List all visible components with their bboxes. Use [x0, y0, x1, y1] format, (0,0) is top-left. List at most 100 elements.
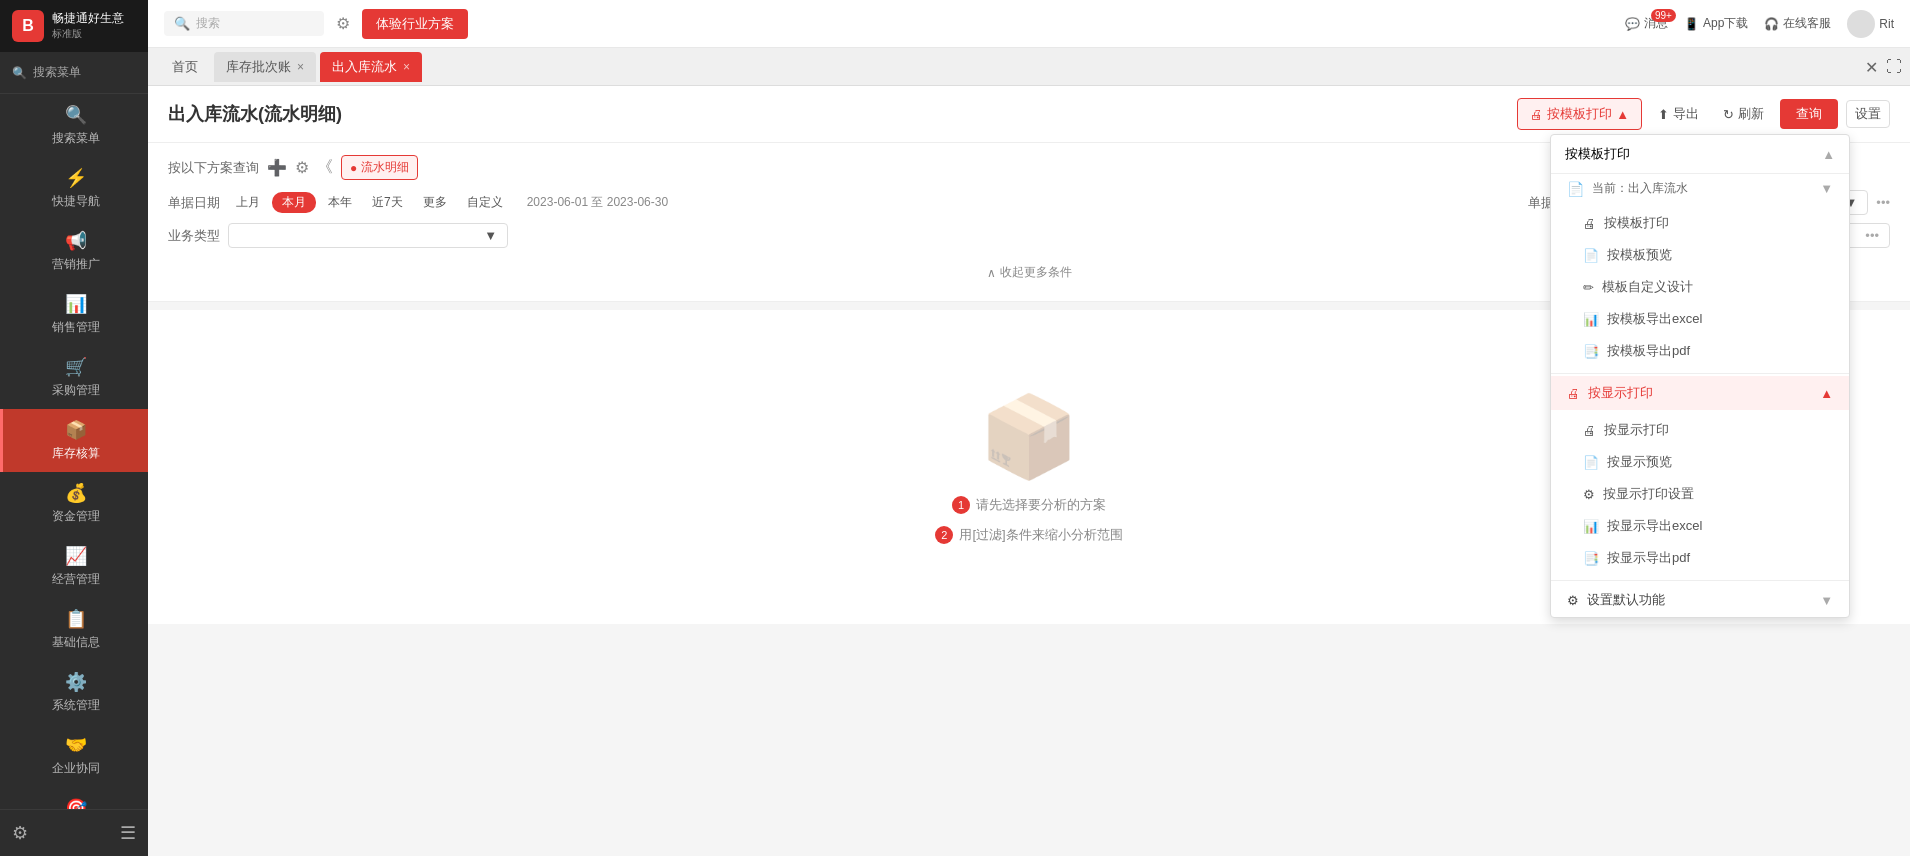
template-print-chevron: ▲ [1616, 107, 1629, 122]
tab-home-label: 首页 [172, 58, 198, 76]
dropdown-item-display-print-settings[interactable]: ⚙ 按显示打印设置 [1551, 478, 1849, 510]
dropdown-close[interactable]: ▲ [1822, 147, 1835, 162]
sidebar-item-search[interactable]: 🔍 搜索菜单 [0, 94, 148, 157]
service-icon: 🎧 [1764, 17, 1779, 31]
template-export-pdf-label: 按模板导出pdf [1607, 342, 1690, 360]
date-tab-本月[interactable]: 本月 [272, 192, 316, 213]
settings-default-item[interactable]: ⚙ 设置默认功能 ▼ [1551, 583, 1849, 617]
logo-name: 畅捷通好生意 [52, 11, 124, 27]
display-print-settings-icon: ⚙ [1583, 487, 1595, 502]
hint-num-2: 2 [935, 526, 953, 544]
refresh-icon: ↻ [1723, 107, 1734, 122]
service-btn[interactable]: 🎧 在线客服 [1764, 15, 1831, 32]
sidebar-item-operation[interactable]: 📈 经营管理 [0, 535, 148, 598]
menu-footer-icon[interactable]: ☰ [120, 822, 136, 844]
purchase-icon: 🛒 [65, 356, 87, 378]
current-label: 当前：出入库流水 [1592, 180, 1688, 197]
display-section: 🖨 按显示打印 📄 按显示预览 ⚙ 按显示打印设置 📊 按显示导出excel 📑… [1551, 410, 1849, 578]
topbar-search[interactable]: 🔍 搜索 [164, 11, 324, 36]
dropdown-item-display-preview[interactable]: 📄 按显示预览 [1551, 446, 1849, 478]
section-divider-2 [1551, 580, 1849, 581]
industry-btn[interactable]: 体验行业方案 [362, 9, 468, 39]
sidebar-item-inventory[interactable]: 📦 库存核算 [0, 409, 148, 472]
selected-tag[interactable]: ● 流水明细 [341, 155, 418, 180]
sidebar-item-sales[interactable]: 📊 销售管理 [0, 283, 148, 346]
tab-expand-icon[interactable]: ⛶ [1886, 58, 1902, 76]
refresh-btn[interactable]: ↻ 刷新 [1715, 101, 1772, 127]
user-avatar-btn[interactable]: Rit [1847, 10, 1894, 38]
logo-icon: B [12, 10, 44, 42]
template-export-excel-icon: 📊 [1583, 312, 1599, 327]
tab-flow[interactable]: 出入库流水 × [320, 52, 422, 82]
section-divider [1551, 373, 1849, 374]
sidebar-item-marketing[interactable]: 📢 营销推广 [0, 220, 148, 283]
business-type-select[interactable]: ▼ [228, 223, 508, 248]
sidebar-item-purchase[interactable]: 🛒 采购管理 [0, 346, 148, 409]
template-print-btn[interactable]: 🖨 按模板打印 ▲ [1517, 98, 1642, 130]
filter-collapse-icon[interactable]: 《 [317, 157, 333, 178]
date-tab-本年[interactable]: 本年 [320, 192, 360, 213]
sidebar-item-cooperation[interactable]: 🤝 企业协同 [0, 724, 148, 787]
sidebar-item-shortcut[interactable]: ⚡ 快捷导航 [0, 157, 148, 220]
warehouse-more[interactable]: ••• [1865, 228, 1879, 243]
template-preview-label: 按模板预览 [1607, 246, 1672, 264]
tab-batch[interactable]: 库存批次账 × [214, 52, 316, 82]
tab-flow-close[interactable]: × [403, 60, 410, 74]
date-tab-上月[interactable]: 上月 [228, 192, 268, 213]
settings-btn[interactable]: 设置 [1846, 100, 1890, 128]
dropdown-item-template-export-excel[interactable]: 📊 按模板导出excel [1551, 303, 1849, 335]
tab-collapse-icon[interactable]: ✕ [1865, 58, 1878, 77]
empty-hint-1: 1 请先选择要分析的方案 [952, 496, 1106, 514]
sidebar-search-container[interactable]: 🔍 搜索菜单 [0, 52, 148, 94]
export-btn[interactable]: ⬆ 导出 [1650, 101, 1707, 127]
dropdown-item-template-custom[interactable]: ✏ 模板自定义设计 [1551, 271, 1849, 303]
collapse-icon: ∧ [987, 266, 996, 280]
doc-type-more[interactable]: ••• [1876, 195, 1890, 210]
dropdown-item-display-export-excel[interactable]: 📊 按显示导出excel [1551, 510, 1849, 542]
sidebar-item-finance[interactable]: 💰 资金管理 [0, 472, 148, 535]
query-btn[interactable]: 查询 [1780, 99, 1838, 129]
message-icon: 💬 [1625, 17, 1640, 31]
message-btn[interactable]: 💬 消息 99+ [1625, 15, 1668, 32]
topbar-settings-icon[interactable]: ⚙ [336, 14, 350, 33]
page-top-actions: 🖨 按模板打印 ▲ ⬆ 导出 ↻ 刷新 查询 设置 [1517, 98, 1890, 130]
dropdown-item-template-preview[interactable]: 📄 按模板预览 [1551, 239, 1849, 271]
cooperation-icon: 🤝 [65, 734, 87, 756]
avatar [1847, 10, 1875, 38]
filter-settings-icon[interactable]: ⚙ [295, 158, 309, 177]
sidebar-item-system[interactable]: ⚙️ 系统管理 [0, 661, 148, 724]
display-print-settings-label: 按显示打印设置 [1603, 485, 1694, 503]
date-tab-自定义[interactable]: 自定义 [459, 192, 511, 213]
finance-icon: 💰 [65, 482, 87, 504]
empty-hint-2: 2 用[过滤]条件来缩小分析范围 [935, 526, 1122, 544]
template-custom-icon: ✏ [1583, 280, 1594, 295]
sidebar-search-button[interactable]: 🔍 搜索菜单 [12, 60, 136, 85]
tab-home[interactable]: 首页 [160, 52, 210, 82]
tag-label: 流水明细 [361, 159, 409, 176]
topbar-right: 💬 消息 99+ 📱 App下载 🎧 在线客服 Rit [1625, 10, 1894, 38]
search-label: 搜索菜单 [52, 130, 100, 147]
template-export-excel-label: 按模板导出excel [1607, 310, 1702, 328]
operation-label: 经营管理 [52, 571, 100, 588]
marketing-label: 营销推广 [52, 256, 100, 273]
date-tab-近7天[interactable]: 近7天 [364, 192, 411, 213]
dropdown-item-display-export-pdf[interactable]: 📑 按显示导出pdf [1551, 542, 1849, 574]
dropdown-item-template-print[interactable]: 🖨 按模板打印 [1551, 207, 1849, 239]
dropdown-item-template-export-pdf[interactable]: 📑 按模板导出pdf [1551, 335, 1849, 367]
display-section-header[interactable]: 🖨 按显示打印 ▲ [1551, 376, 1849, 410]
display-export-pdf-label: 按显示导出pdf [1607, 549, 1690, 567]
sidebar-item-guide[interactable]: 🎯 新手引导 [0, 787, 148, 809]
tab-batch-close[interactable]: × [297, 60, 304, 74]
app-download-btn[interactable]: 📱 App下载 [1684, 15, 1748, 32]
system-icon: ⚙️ [65, 671, 87, 693]
settings-default-icon: ⚙ [1567, 593, 1579, 608]
dropdown-item-display-print[interactable]: 🖨 按显示打印 [1551, 414, 1849, 446]
tabbar: 首页 库存批次账 × 出入库流水 × ✕ ⛶ [148, 48, 1910, 86]
settings-footer-icon[interactable]: ⚙ [12, 822, 28, 844]
sidebar-footer: ⚙ ☰ [0, 809, 148, 856]
date-tab-更多[interactable]: 更多 [415, 192, 455, 213]
sidebar-item-basic[interactable]: 📋 基础信息 [0, 598, 148, 661]
display-section-chevron: ▲ [1820, 386, 1833, 401]
display-export-pdf-icon: 📑 [1583, 551, 1599, 566]
filter-add-icon[interactable]: ➕ [267, 158, 287, 177]
